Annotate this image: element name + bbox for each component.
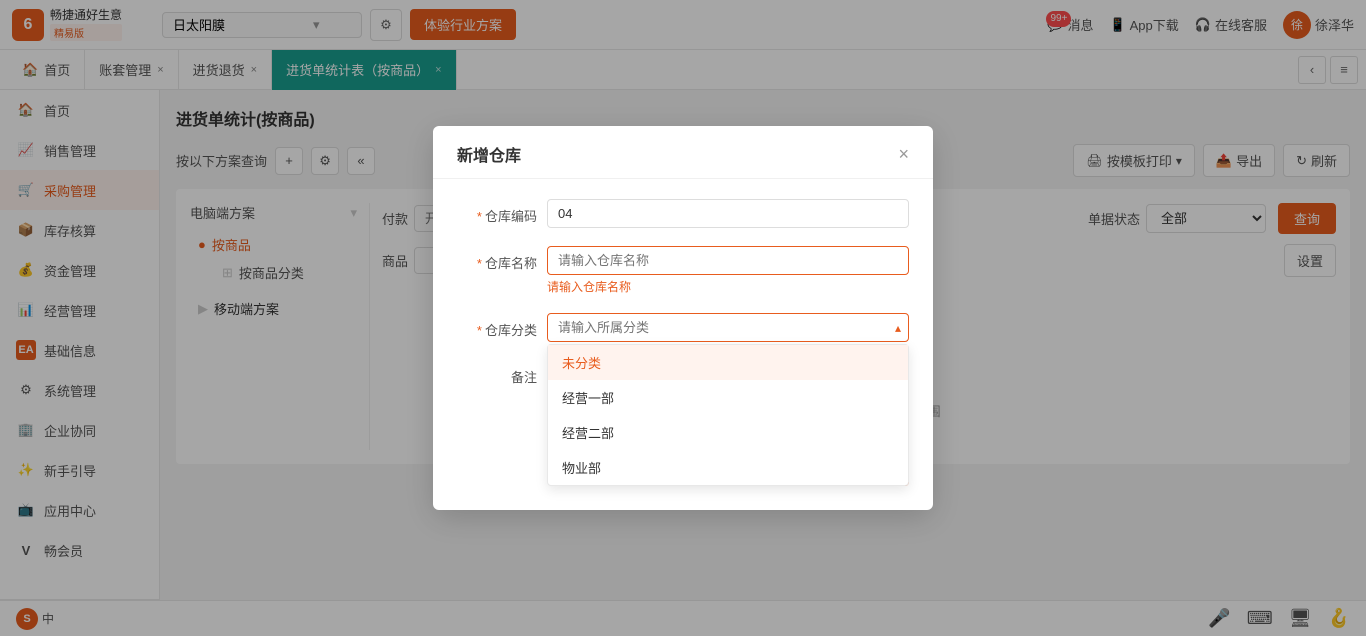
category-form-row: 仓库分类 未分类 经营一部 经营二部 物业部: [457, 313, 909, 342]
category-option-property[interactable]: 物业部: [548, 450, 908, 485]
name-control: 请输入仓库名称: [547, 246, 909, 295]
new-warehouse-modal: 新增仓库 × 仓库编码 仓库名称 请输入仓库名称 仓库分类: [433, 126, 933, 510]
code-input[interactable]: [547, 199, 909, 228]
code-control: [547, 199, 909, 228]
note-label: 备注: [457, 360, 547, 386]
category-option-dept1[interactable]: 经营一部: [548, 380, 908, 415]
category-option-dept2[interactable]: 经营二部: [548, 415, 908, 450]
category-input[interactable]: [547, 313, 909, 342]
modal-body: 仓库编码 仓库名称 请输入仓库名称 仓库分类 未分类 经营一部: [433, 179, 933, 423]
category-option-none[interactable]: 未分类: [548, 345, 908, 380]
code-form-row: 仓库编码: [457, 199, 909, 228]
modal-header: 新增仓库 ×: [433, 126, 933, 179]
category-dropdown: 未分类 经营一部 经营二部 物业部: [547, 344, 909, 486]
name-input[interactable]: [547, 246, 909, 275]
name-label: 仓库名称: [457, 246, 547, 272]
category-label: 仓库分类: [457, 313, 547, 339]
modal-close-btn[interactable]: ×: [898, 145, 909, 163]
category-control: 未分类 经营一部 经营二部 物业部: [547, 313, 909, 342]
code-label: 仓库编码: [457, 199, 547, 225]
category-arrow-icon[interactable]: [895, 319, 901, 337]
name-form-row: 仓库名称 请输入仓库名称: [457, 246, 909, 295]
modal-title: 新增仓库: [457, 142, 521, 166]
name-error-tip: 请输入仓库名称: [547, 278, 909, 295]
